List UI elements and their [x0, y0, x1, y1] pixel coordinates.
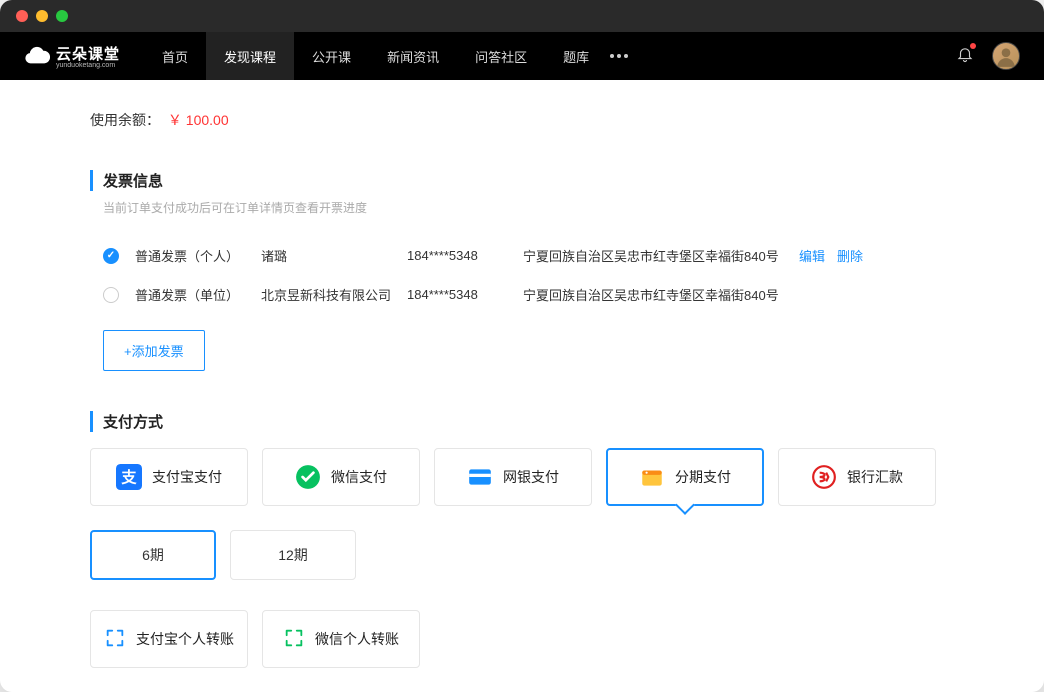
payment-icon: 支 — [116, 464, 142, 490]
payment-icon — [467, 464, 493, 490]
payment-icon — [295, 464, 321, 490]
cloud-icon — [24, 43, 50, 69]
titlebar — [0, 0, 1044, 32]
balance-row: 使用余额： ￥ 100.00 — [90, 110, 954, 130]
svg-text:支: 支 — [120, 468, 137, 486]
invoice-type: 普通发票（单位） — [135, 285, 245, 304]
payment-method-label: 支付宝支付 — [152, 467, 222, 487]
transfer-options: 支付宝个人转账 微信个人转账 — [90, 610, 954, 668]
logo[interactable]: 云朵课堂 yunduoketang.com — [24, 43, 120, 69]
payment-method-label: 银行汇款 — [847, 467, 903, 487]
nav-item-2[interactable]: 公开课 — [294, 32, 369, 80]
payment-method-card[interactable]: 银行汇款 — [778, 448, 936, 506]
navbar: 云朵课堂 yunduoketang.com 首页发现课程公开课新闻资讯问答社区题… — [0, 32, 1044, 80]
delete-link[interactable]: 删除 — [837, 246, 863, 265]
invoice-phone: 184****5348 — [407, 248, 507, 263]
invoice-row: 普通发票（单位） 北京昱新科技有限公司 184****5348 宁夏回族自治区吴忠市红… — [90, 275, 954, 314]
nav-right — [956, 42, 1020, 70]
notification-badge — [970, 43, 976, 49]
bell-icon[interactable] — [956, 45, 974, 68]
avatar[interactable] — [992, 42, 1020, 70]
nav-item-1[interactable]: 发现课程 — [206, 32, 294, 80]
invoice-type: 普通发票（个人） — [135, 246, 245, 265]
nav-item-5[interactable]: 题库 — [545, 32, 607, 80]
invoice-list: 普通发票（个人） 诸璐 184****5348 宁夏回族自治区吴忠市红寺堡区幸福街84… — [90, 236, 954, 314]
period-card[interactable]: 6期 — [90, 530, 216, 580]
payment-method-label: 网银支付 — [503, 467, 559, 487]
invoice-radio[interactable] — [103, 248, 119, 264]
nav-item-0[interactable]: 首页 — [144, 32, 206, 80]
invoice-name: 北京昱新科技有限公司 — [261, 285, 391, 304]
payment-icon — [811, 464, 837, 490]
payment-method-card[interactable]: 支支付宝支付 — [90, 448, 248, 506]
transfer-label: 微信个人转账 — [315, 629, 399, 649]
maximize-dot[interactable] — [56, 10, 68, 22]
payment-method-card[interactable]: 分期支付 — [606, 448, 764, 506]
minimize-dot[interactable] — [36, 10, 48, 22]
nav-more-icon[interactable] — [607, 54, 631, 58]
balance-value: ￥ 100.00 — [168, 112, 229, 128]
invoice-section-title: 发票信息 — [90, 170, 954, 191]
nav-item-4[interactable]: 问答社区 — [457, 32, 545, 80]
add-invoice-button[interactable]: +添加发票 — [103, 330, 205, 371]
period-card[interactable]: 12期 — [230, 530, 356, 580]
scan-icon — [283, 627, 305, 652]
invoice-section-desc: 当前订单支付成功后可在订单详情页查看开票进度 — [90, 199, 954, 216]
transfer-card[interactable]: 支付宝个人转账 — [90, 610, 248, 668]
payment-section-title: 支付方式 — [90, 411, 954, 432]
edit-link[interactable]: 编辑 — [799, 246, 825, 265]
transfer-card[interactable]: 微信个人转账 — [262, 610, 420, 668]
invoice-address: 宁夏回族自治区吴忠市红寺堡区幸福街840号 — [523, 246, 783, 265]
logo-sub: yunduoketang.com — [56, 62, 120, 69]
invoice-row: 普通发票（个人） 诸璐 184****5348 宁夏回族自治区吴忠市红寺堡区幸福街84… — [90, 236, 954, 275]
payment-method-card[interactable]: 网银支付 — [434, 448, 592, 506]
payment-method-card[interactable]: 微信支付 — [262, 448, 420, 506]
payment-icon — [639, 464, 665, 490]
invoice-name: 诸璐 — [261, 246, 391, 265]
invoice-actions: 编辑删除 — [799, 246, 863, 265]
nav-item-3[interactable]: 新闻资讯 — [369, 32, 457, 80]
content: 使用余额： ￥ 100.00 发票信息 当前订单支付成功后可在订单详情页查看开票… — [0, 80, 1044, 692]
close-dot[interactable] — [16, 10, 28, 22]
scan-icon — [104, 627, 126, 652]
nav-items: 首页发现课程公开课新闻资讯问答社区题库 — [144, 32, 607, 80]
installment-periods: 6期 12期 — [90, 530, 954, 580]
logo-text: 云朵课堂 — [56, 43, 120, 64]
payment-method-label: 微信支付 — [331, 467, 387, 487]
transfer-label: 支付宝个人转账 — [136, 629, 234, 649]
balance-label: 使用余额： — [90, 112, 160, 128]
payment-method-label: 分期支付 — [675, 467, 731, 487]
payment-methods: 支支付宝支付 微信支付 网银支付 分期支付 银行汇款 — [90, 448, 954, 506]
invoice-phone: 184****5348 — [407, 287, 507, 302]
invoice-address: 宁夏回族自治区吴忠市红寺堡区幸福街840号 — [523, 285, 783, 304]
invoice-radio[interactable] — [103, 287, 119, 303]
app-window: 云朵课堂 yunduoketang.com 首页发现课程公开课新闻资讯问答社区题… — [0, 0, 1044, 692]
